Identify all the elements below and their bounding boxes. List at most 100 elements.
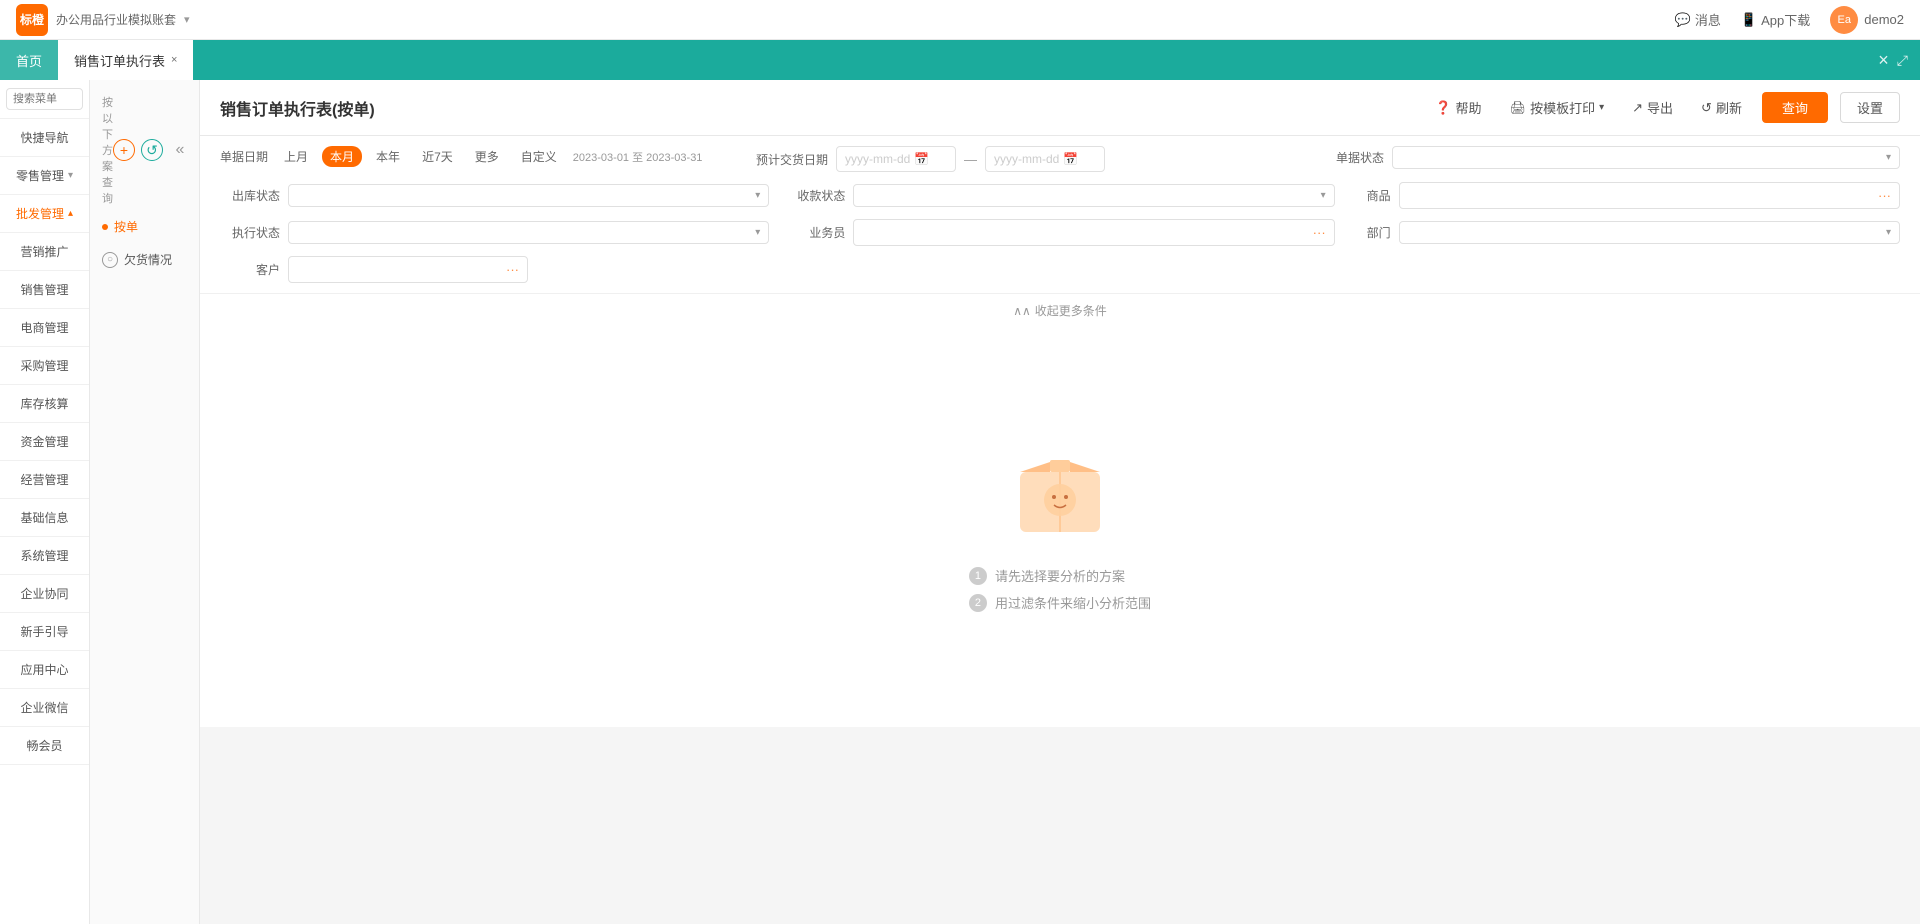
sub-sidebar-item-debt[interactable]: ○ 欠货情况 [90, 243, 199, 276]
dot-icon [102, 224, 108, 230]
customer-more-icon: ··· [506, 262, 519, 277]
customer-group: 客户 ··· [220, 256, 528, 283]
scheme-actions: + ↺ « [113, 139, 191, 161]
sidebar-label-member: 畅会员 [26, 739, 62, 753]
refresh-btn[interactable]: ↺ 刷新 [1693, 94, 1750, 121]
sub-sidebar-item-order[interactable]: 按单 [90, 210, 199, 243]
nav-tabs: 首页 销售订单执行表 × × ⤢ [0, 40, 1920, 80]
sidebar-label-purchase: 采购管理 [20, 359, 68, 373]
sidebar-item-basic[interactable]: 基础信息 [0, 499, 89, 537]
out-status-select[interactable]: ▾ [288, 184, 769, 207]
product-group: 商品 ··· [1351, 182, 1900, 209]
date-custom[interactable]: 自定义 [513, 146, 565, 167]
calendar-to-icon: 📅 [1063, 152, 1078, 166]
window-close-icon[interactable]: × [1878, 50, 1889, 71]
sidebar-item-wholesale[interactable]: 批发管理 ▴ [0, 195, 89, 233]
payment-status-arrow: ▾ [1321, 190, 1326, 201]
tab-close-icon[interactable]: × [171, 54, 177, 66]
sidebar-item-quicknav[interactable]: 快捷导航 [0, 119, 89, 157]
date-more[interactable]: 更多 [467, 146, 507, 167]
salesperson-group: 业务员 ··· [785, 219, 1334, 246]
filter-row4: 客户 ··· [200, 256, 1920, 293]
scheme-label: 按以下方案查询 [102, 94, 113, 206]
sidebar-item-member[interactable]: 畅会员 [0, 727, 89, 765]
topbar-right: 💬 消息 📱 App下载 Ea demo2 [1675, 6, 1904, 34]
collapse-conditions: ∧∧ 收起更多条件 [200, 293, 1920, 327]
refresh-label: 刷新 [1716, 98, 1742, 117]
message-icon: 💬 [1675, 12, 1691, 28]
settings-btn[interactable]: 设置 [1840, 92, 1900, 123]
date-label: 单据日期 [220, 148, 268, 165]
user-menu[interactable]: Ea demo2 [1830, 6, 1904, 34]
sidebar-item-system[interactable]: 系统管理 [0, 537, 89, 575]
app-download-btn[interactable]: 📱 App下载 [1741, 10, 1810, 29]
logo-icon: 标橙 [16, 4, 48, 36]
out-status-group: 出库状态 ▾ [220, 184, 769, 207]
out-status-label: 出库状态 [220, 187, 280, 204]
print-btn[interactable]: 🖨 按模板打印 ▾ [1502, 94, 1613, 121]
expected-date-to[interactable]: yyyy-mm-dd 📅 [985, 146, 1105, 172]
search-input[interactable] [6, 88, 83, 110]
empty-state: 1 请先选择要分析的方案 2 用过滤条件来缩小分析范围 [969, 362, 1151, 692]
sidebar-item-marketing[interactable]: 营销推广 [0, 233, 89, 271]
window-expand-icon[interactable]: ⤢ [1897, 52, 1908, 69]
subtitle-dropdown-icon[interactable]: ▾ [184, 13, 190, 26]
sidebar-label-apps: 应用中心 [20, 663, 68, 677]
product-label: 商品 [1351, 187, 1391, 204]
salesperson-input[interactable]: ··· [853, 219, 1334, 246]
page-header: 销售订单执行表(按单) ❓ 帮助 🖨 按模板打印 ▾ ↗ 导出 ↺ 刷新 [200, 80, 1920, 136]
window-actions: × ⤢ [1866, 40, 1920, 80]
dept-select[interactable]: ▾ [1399, 221, 1900, 244]
sidebar-label-basic: 基础信息 [20, 511, 68, 525]
search-btn[interactable]: 查询 [1762, 92, 1828, 123]
collapse-btn[interactable]: ∧∧ 收起更多条件 [1013, 302, 1107, 319]
sidebar-item-retail[interactable]: 零售管理 ▾ [0, 157, 89, 195]
sidebar-item-inventory[interactable]: 库存核算 [0, 385, 89, 423]
customer-input[interactable]: ··· [288, 256, 528, 283]
payment-status-select[interactable]: ▾ [853, 184, 1334, 207]
sidebar-item-purchase[interactable]: 采购管理 [0, 347, 89, 385]
username-label: demo2 [1864, 12, 1904, 27]
empty-illustration [1000, 442, 1120, 542]
date-last-month[interactable]: 上月 [276, 146, 316, 167]
sidebar-item-sales[interactable]: 销售管理 [0, 271, 89, 309]
date-this-year[interactable]: 本年 [368, 146, 408, 167]
expected-date-from[interactable]: yyyy-mm-dd 📅 [836, 146, 956, 172]
export-btn[interactable]: ↗ 导出 [1624, 94, 1681, 121]
exec-status-select[interactable]: ▾ [288, 221, 769, 244]
exec-status-group: 执行状态 ▾ [220, 221, 769, 244]
status-filter-group: 单据状态 ▾ [1336, 146, 1900, 169]
sidebar-label-inventory: 库存核算 [20, 397, 68, 411]
status-select[interactable]: ▾ [1392, 146, 1900, 169]
sidebar-label-system: 系统管理 [20, 549, 68, 563]
expected-date-group: 预计交货日期 yyyy-mm-dd 📅 — yyyy-mm-dd 📅 [756, 146, 1320, 172]
sidebar-item-ecommerce[interactable]: 电商管理 [0, 309, 89, 347]
refresh-scheme-btn[interactable]: ↺ [141, 139, 163, 161]
help-icon: ❓ [1435, 100, 1451, 116]
sidebar-label-finance: 资金管理 [20, 435, 68, 449]
date-filter-group: 单据日期 上月 本月 本年 近7天 更多 自定义 2023-03-01 至 20… [220, 146, 740, 167]
sidebar-item-guide[interactable]: 新手引导 [0, 613, 89, 651]
date-shortcuts: 上月 本月 本年 近7天 更多 自定义 [276, 146, 565, 167]
print-label: 按模板打印 [1530, 98, 1595, 117]
tab-home[interactable]: 首页 [0, 40, 58, 80]
sidebar-item-wechat[interactable]: 企业微信 [0, 689, 89, 727]
sidebar-item-search[interactable] [0, 80, 89, 119]
product-more-icon: ··· [1878, 188, 1891, 203]
sidebar-item-apps[interactable]: 应用中心 [0, 651, 89, 689]
sidebar-item-finance[interactable]: 资金管理 [0, 423, 89, 461]
salesperson-more-icon: ··· [1313, 225, 1326, 240]
tip-num-2: 2 [969, 594, 987, 612]
help-btn[interactable]: ❓ 帮助 [1427, 94, 1489, 121]
date-this-month[interactable]: 本月 [322, 146, 362, 167]
tab-sales-exec[interactable]: 销售订单执行表 × [58, 40, 193, 80]
sidebar-item-operations[interactable]: 经营管理 [0, 461, 89, 499]
collapse-sidebar-btn[interactable]: « [169, 139, 191, 161]
sidebar-item-enterprise[interactable]: 企业协同 [0, 575, 89, 613]
date-last7[interactable]: 近7天 [414, 146, 461, 167]
collapse-icon: « [176, 141, 185, 159]
add-scheme-btn[interactable]: + [113, 139, 135, 161]
product-input[interactable]: ··· [1399, 182, 1900, 209]
filter-section: 单据日期 上月 本月 本年 近7天 更多 自定义 2023-03-01 至 20… [200, 136, 1920, 327]
message-btn[interactable]: 💬 消息 [1675, 10, 1721, 29]
